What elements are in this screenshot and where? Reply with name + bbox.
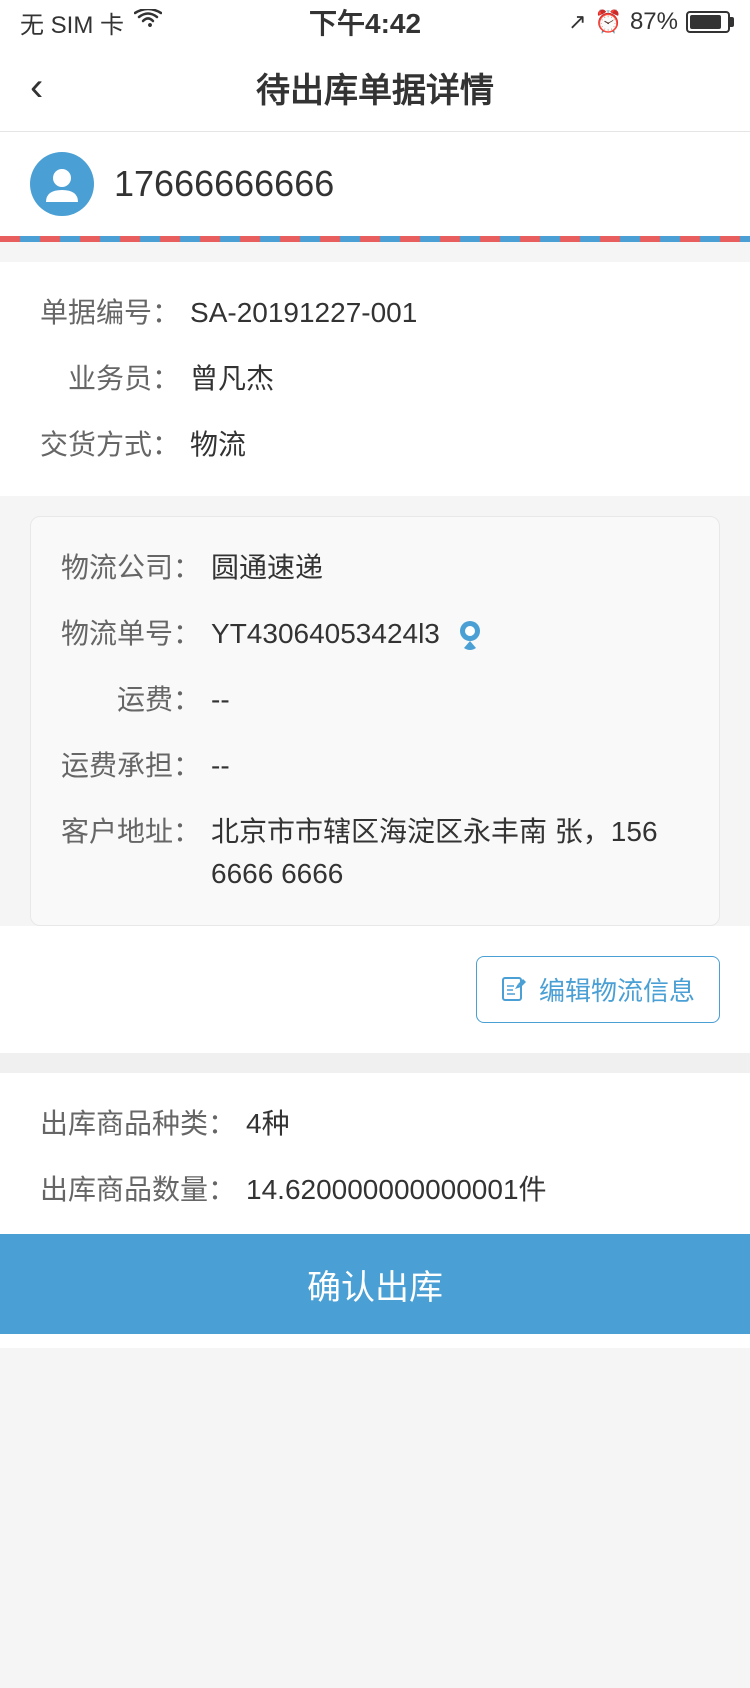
- confirm-button-bar[interactable]: 确认出库: [0, 1234, 750, 1334]
- customer-phone: 17666666666: [114, 163, 334, 205]
- logistics-tracking-value: YT43064053424l3: [211, 613, 689, 655]
- logistics-company-label: 物流公司：: [61, 547, 201, 589]
- product-quantity-row: 出库商品数量： 14.620000000000001件: [40, 1169, 710, 1211]
- product-quantity-value: 14.620000000000001件: [246, 1169, 710, 1211]
- freight-row: 运费： --: [61, 679, 689, 721]
- product-type-row: 出库商品种类： 4种: [40, 1103, 710, 1145]
- content-spacer: [0, 1348, 750, 1588]
- logistics-tracking-label: 物流单号：: [61, 613, 201, 655]
- sales-rep-value: 曾凡杰: [190, 358, 710, 400]
- address-row: 客户地址： 北京市市辖区海淀区永丰南 张，156 6666 6666: [61, 811, 689, 895]
- freight-label: 运费：: [61, 679, 201, 721]
- customer-header: 17666666666: [0, 132, 750, 236]
- delivery-method-row: 交货方式： 物流: [40, 424, 710, 466]
- battery-icon: [686, 11, 730, 33]
- product-info-section: 出库商品种类： 4种 出库商品数量： 14.620000000000001件: [0, 1073, 750, 1241]
- logistics-company-row: 物流公司： 圆通速递: [61, 547, 689, 589]
- delivery-method-value: 物流: [190, 424, 710, 466]
- sales-rep-label: 业务员：: [40, 358, 180, 400]
- address-label: 客户地址：: [61, 811, 201, 853]
- wifi-icon: [134, 8, 162, 36]
- edit-btn-label: 编辑物流信息: [539, 971, 695, 1008]
- logistics-section: 物流公司： 圆通速递 物流单号： YT43064053424l3 运费： -- …: [30, 516, 720, 926]
- battery-percentage: 87%: [630, 8, 678, 36]
- address-value: 北京市市辖区海淀区永丰南 张，156 6666 6666: [211, 811, 689, 895]
- person-icon: [42, 164, 82, 204]
- status-bar: 无 SIM 卡 下午4:42 ↗ ⏰ 87%: [0, 0, 750, 44]
- status-bar-time: 下午4:42: [309, 2, 421, 42]
- tracking-location-icon[interactable]: [452, 616, 488, 652]
- doc-number-value: SA-20191227-001: [190, 292, 710, 334]
- logistics-tracking-row: 物流单号： YT43064053424l3: [61, 613, 689, 655]
- product-type-label: 出库商品种类：: [40, 1103, 236, 1145]
- section-divider: [0, 1053, 750, 1073]
- customer-avatar: [30, 152, 94, 216]
- edit-btn-container: 编辑物流信息: [0, 926, 750, 1053]
- dashed-divider: [0, 236, 750, 242]
- freight-bearer-label: 运费承担：: [61, 745, 201, 787]
- edit-icon: [501, 976, 529, 1004]
- doc-number-row: 单据编号： SA-20191227-001: [40, 292, 710, 334]
- back-button[interactable]: ‹: [30, 65, 43, 110]
- confirm-btn-label: 确认出库: [307, 1260, 443, 1309]
- product-quantity-label: 出库商品数量：: [40, 1169, 236, 1211]
- product-type-value: 4种: [246, 1103, 710, 1145]
- nav-bar: ‹ 待出库单据详情: [0, 44, 750, 132]
- alarm-icon: ⏰: [595, 9, 622, 35]
- logistics-company-value: 圆通速递: [211, 547, 689, 589]
- doc-number-label: 单据编号：: [40, 292, 180, 334]
- location-status-icon: ↗: [568, 9, 586, 35]
- freight-bearer-row: 运费承担： --: [61, 745, 689, 787]
- freight-bearer-value: --: [211, 745, 689, 787]
- freight-value: --: [211, 679, 689, 721]
- edit-logistics-button[interactable]: 编辑物流信息: [476, 956, 720, 1023]
- carrier-label: 无 SIM 卡: [20, 5, 124, 40]
- delivery-method-label: 交货方式：: [40, 424, 180, 466]
- document-info-section: 单据编号： SA-20191227-001 业务员： 曾凡杰 交货方式： 物流: [0, 262, 750, 496]
- status-bar-right: ↗ ⏰ 87%: [568, 8, 730, 36]
- sales-rep-row: 业务员： 曾凡杰: [40, 358, 710, 400]
- page-title: 待出库单据详情: [256, 63, 494, 112]
- status-bar-left: 无 SIM 卡: [20, 5, 162, 40]
